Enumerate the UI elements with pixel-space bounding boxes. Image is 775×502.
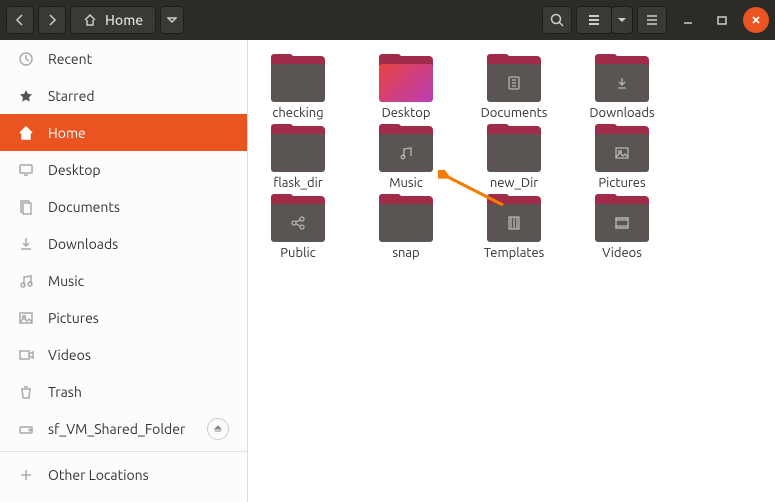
folder-icon <box>595 56 649 102</box>
plus-icon <box>18 467 34 483</box>
folder-label: Documents <box>481 106 548 120</box>
folder-label: Templates <box>484 246 545 260</box>
sidebar-item-label: Trash <box>48 384 82 400</box>
folder-label: new_Dir <box>490 176 538 190</box>
folder-flask-dir[interactable]: flask_dir <box>258 126 338 190</box>
folder-icon <box>271 196 325 242</box>
sidebar-item-label: Pictures <box>48 310 99 326</box>
folder-label: snap <box>392 246 419 260</box>
folder-label: Downloads <box>589 106 654 120</box>
menu-button[interactable] <box>637 6 667 34</box>
sidebar-item-desktop[interactable]: Desktop <box>0 151 247 188</box>
sidebar-item-label: Documents <box>48 199 120 215</box>
folder-icon <box>487 196 541 242</box>
sidebar-item-home[interactable]: Home <box>0 114 247 151</box>
folder-templates[interactable]: Templates <box>474 196 554 260</box>
eject-button[interactable] <box>207 418 229 440</box>
sidebar-item-sf-vm-shared-folder[interactable]: sf_VM_Shared_Folder <box>0 410 247 447</box>
location-dropdown-button[interactable] <box>160 6 184 34</box>
sidebar-item-label: Music <box>48 273 84 289</box>
search-button[interactable] <box>542 6 572 34</box>
home-icon <box>18 125 34 141</box>
sidebar-item-label: Recent <box>48 51 92 67</box>
sidebar-other-locations[interactable]: Other Locations <box>0 456 247 493</box>
downloads-icon <box>18 236 34 252</box>
nav-back-button[interactable] <box>6 6 34 34</box>
folder-label: checking <box>272 106 323 120</box>
sidebar-item-label: Starred <box>48 88 95 104</box>
sidebar-item-recent[interactable]: Recent <box>0 40 247 77</box>
drive-icon <box>18 421 34 437</box>
folder-label: Public <box>280 246 315 260</box>
home-icon <box>83 13 97 27</box>
titlebar: Home <box>0 0 775 40</box>
folder-icon <box>379 56 433 102</box>
folder-desktop[interactable]: Desktop <box>366 56 446 120</box>
window-close-button[interactable] <box>743 7 769 33</box>
folder-snap[interactable]: snap <box>366 196 446 260</box>
folder-downloads[interactable]: Downloads <box>582 56 662 120</box>
window-minimize-button[interactable] <box>675 7 701 33</box>
sidebar-item-videos[interactable]: Videos <box>0 336 247 373</box>
folder-icon <box>487 56 541 102</box>
folder-icon <box>487 126 541 172</box>
folder-checking[interactable]: checking <box>258 56 338 120</box>
desktop-icon <box>18 162 34 178</box>
clock-icon <box>18 51 34 67</box>
trash-icon <box>18 384 34 400</box>
view-list-button[interactable] <box>576 6 612 34</box>
folder-documents[interactable]: Documents <box>474 56 554 120</box>
sidebar: Recent Starred Home Desktop Documents Downloa… <box>0 40 248 502</box>
folder-icon <box>379 126 433 172</box>
sidebar-item-label: Videos <box>48 347 91 363</box>
folder-icon <box>595 196 649 242</box>
sidebar-item-pictures[interactable]: Pictures <box>0 299 247 336</box>
music-icon <box>18 273 34 289</box>
folder-icon <box>271 56 325 102</box>
sidebar-item-label: Home <box>48 125 86 141</box>
sidebar-item-trash[interactable]: Trash <box>0 373 247 410</box>
sidebar-item-music[interactable]: Music <box>0 262 247 299</box>
folder-label: Videos <box>602 246 642 260</box>
folder-pictures[interactable]: Pictures <box>582 126 662 190</box>
folder-label: flask_dir <box>273 176 322 190</box>
location-bar[interactable]: Home <box>70 6 156 34</box>
sidebar-other-locations-label: Other Locations <box>48 467 149 483</box>
sidebar-item-label: Downloads <box>48 236 118 252</box>
location-label: Home <box>105 12 143 28</box>
icon-grid: checking Desktop Documents Downloads flask_d… <box>258 56 765 260</box>
view-dropdown-button[interactable] <box>611 6 633 34</box>
sidebar-item-starred[interactable]: Starred <box>0 77 247 114</box>
sidebar-item-label: Desktop <box>48 162 101 178</box>
folder-icon <box>595 126 649 172</box>
folder-public[interactable]: Public <box>258 196 338 260</box>
sidebar-item-documents[interactable]: Documents <box>0 188 247 225</box>
folder-videos[interactable]: Videos <box>582 196 662 260</box>
sidebar-item-label: sf_VM_Shared_Folder <box>48 421 185 437</box>
main-content: checking Desktop Documents Downloads flask_d… <box>248 40 775 502</box>
sidebar-separator <box>0 451 247 452</box>
folder-label: Music <box>389 176 423 190</box>
folder-music[interactable]: Music <box>366 126 446 190</box>
videos-icon <box>18 347 34 363</box>
folder-label: Pictures <box>598 176 645 190</box>
folder-icon <box>379 196 433 242</box>
sidebar-item-downloads[interactable]: Downloads <box>0 225 247 262</box>
folder-new-dir[interactable]: new_Dir <box>474 126 554 190</box>
window-maximize-button[interactable] <box>709 7 735 33</box>
pictures-icon <box>18 310 34 326</box>
nav-forward-button[interactable] <box>38 6 66 34</box>
folder-label: Desktop <box>382 106 431 120</box>
documents-icon <box>18 199 34 215</box>
star-icon <box>18 88 34 104</box>
folder-icon <box>271 126 325 172</box>
